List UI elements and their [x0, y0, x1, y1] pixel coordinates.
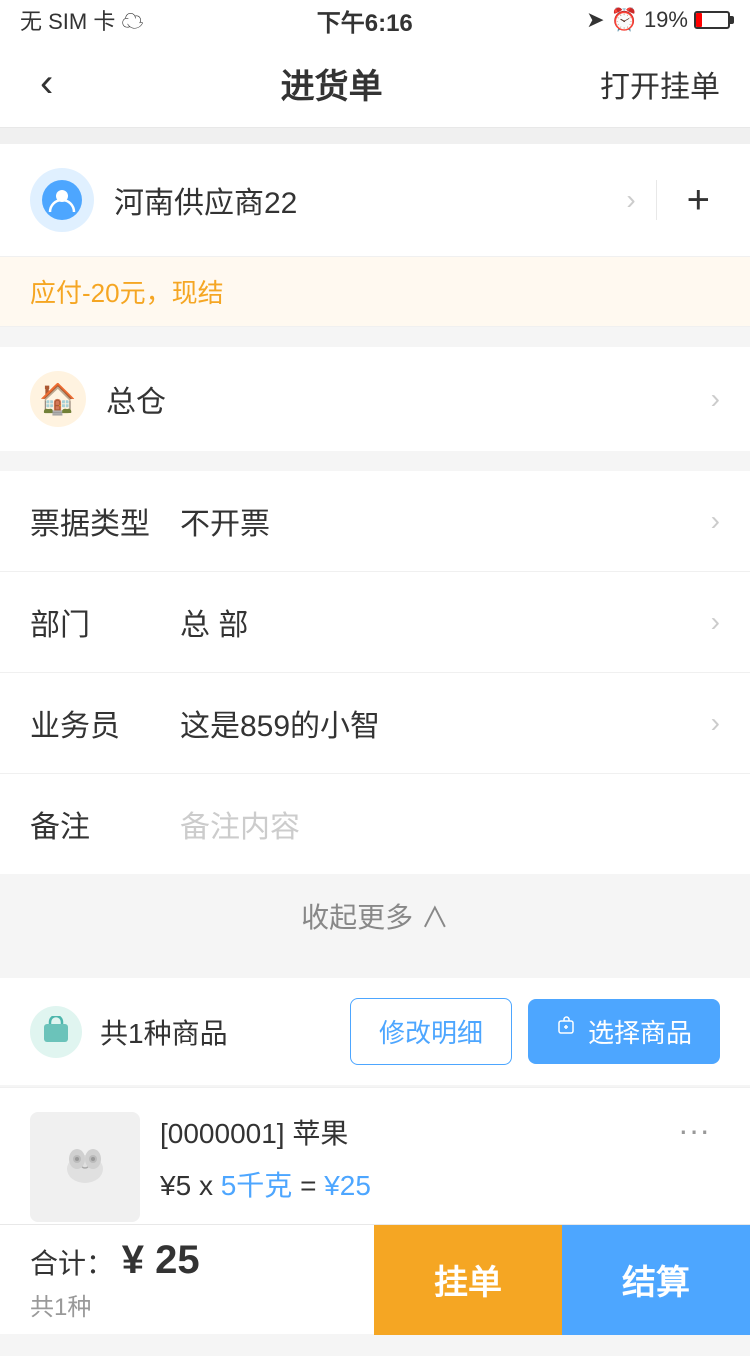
footer-bar: 合计： ¥ 25 共1种 挂单 结算 [0, 1224, 750, 1334]
footer-total-label: 合计： [30, 1248, 114, 1279]
signal-text: 无 SIM 卡 ☁ [20, 4, 143, 36]
equals-icon: = [300, 1170, 324, 1201]
house-icon: 🏠 [39, 382, 76, 417]
supplier-name: 河南供应商22 [114, 178, 626, 222]
top-divider [0, 128, 750, 144]
product-info: [0000001] 苹果 ¥5 x 5千克 = ¥25 [160, 1112, 668, 1204]
gap3 [0, 958, 750, 978]
edit-detail-button[interactable]: 修改明细 [350, 998, 512, 1065]
warehouse-icon: 🏠 [30, 371, 86, 427]
product-quantity: 5千克 [221, 1170, 293, 1201]
add-button[interactable]: + [677, 178, 720, 223]
multiply-icon: x [199, 1170, 221, 1201]
footer-total-amount: ¥ 25 [122, 1238, 200, 1282]
status-left: 无 SIM 卡 ☁ [20, 4, 143, 36]
open-pending-button[interactable]: 打开挂单 [600, 62, 720, 106]
product-title: 苹果 [292, 1118, 348, 1149]
page-title: 进货单 [281, 59, 383, 108]
product-more-button[interactable]: ··· [668, 1112, 720, 1149]
hang-button[interactable]: 挂单 [374, 1225, 562, 1335]
product-name: [0000001] 苹果 [160, 1112, 668, 1152]
product-code: [0000001] [160, 1118, 285, 1149]
location-icon: ➤ [586, 7, 604, 33]
product-total: ¥25 [324, 1170, 371, 1201]
product-thumbnail [30, 1112, 140, 1222]
warehouse-section: 🏠 总仓 › [0, 347, 750, 451]
supplier-chevron-icon: › [626, 184, 635, 216]
select-product-label: 选择商品 [588, 1013, 692, 1050]
invoice-chevron-icon: › [711, 505, 720, 537]
salesperson-chevron-icon: › [711, 707, 720, 739]
invoice-label: 票据类型 [30, 499, 160, 543]
supplier-avatar [30, 168, 94, 232]
dept-row[interactable]: 部门 总 部 › [0, 572, 750, 673]
gap1 [0, 327, 750, 347]
product-price: ¥5 [160, 1170, 191, 1201]
nav-bar: ‹ 进货单 打开挂单 [0, 40, 750, 128]
battery-icon [694, 11, 730, 29]
warehouse-row[interactable]: 🏠 总仓 › [0, 347, 750, 451]
supplier-section: 河南供应商22 › + 应付-20元，现结 [0, 144, 750, 327]
owl-icon [55, 1131, 115, 1203]
avatar-icon [42, 180, 82, 220]
invoice-value: 不开票 [160, 499, 711, 543]
dept-value: 总 部 [160, 600, 711, 644]
salesperson-value: 这是859的小智 [160, 701, 711, 745]
dept-label: 部门 [30, 600, 160, 644]
salesperson-label: 业务员 [30, 701, 160, 745]
cart-icon [556, 1016, 580, 1047]
warehouse-name: 总仓 [106, 377, 711, 421]
footer-total: 合计： ¥ 25 共1种 [0, 1238, 374, 1322]
form-section: 票据类型 不开票 › 部门 总 部 › 业务员 这是859的小智 › 备注 备注… [0, 471, 750, 874]
status-bar: 无 SIM 卡 ☁ 下午6:16 ➤ ⏰ 19% [0, 0, 750, 40]
collapse-bar[interactable]: 收起更多 ∧ [0, 874, 750, 958]
settle-button[interactable]: 结算 [562, 1225, 750, 1335]
battery-text: 19% [644, 7, 688, 33]
remark-input[interactable]: 备注内容 [160, 802, 720, 846]
salesperson-row[interactable]: 业务员 这是859的小智 › [0, 673, 750, 774]
footer-total-sub: 共1种 [30, 1287, 344, 1322]
supplier-divider [656, 180, 657, 220]
warehouse-chevron-icon: › [711, 383, 720, 415]
gap2 [0, 451, 750, 471]
product-item: [0000001] 苹果 ¥5 x 5千克 = ¥25 ··· [0, 1087, 750, 1246]
product-price-row: ¥5 x 5千克 = ¥25 [160, 1164, 668, 1204]
select-product-button[interactable]: 选择商品 [528, 999, 720, 1064]
product-count-text: 共1种商品 [100, 1012, 350, 1052]
product-header: 共1种商品 修改明细 选择商品 [0, 978, 750, 1085]
status-time: 下午6:16 [317, 3, 413, 38]
remark-label: 备注 [30, 802, 160, 846]
remark-row[interactable]: 备注 备注内容 [0, 774, 750, 874]
status-right: ➤ ⏰ 19% [586, 7, 730, 33]
invoice-row[interactable]: 票据类型 不开票 › [0, 471, 750, 572]
dept-chevron-icon: › [711, 606, 720, 638]
supplier-row[interactable]: 河南供应商22 › + [0, 144, 750, 257]
alarm-icon: ⏰ [611, 7, 638, 33]
notice-bar: 应付-20元，现结 [0, 257, 750, 327]
product-count-icon [30, 1006, 82, 1058]
back-button[interactable]: ‹ [30, 51, 63, 116]
